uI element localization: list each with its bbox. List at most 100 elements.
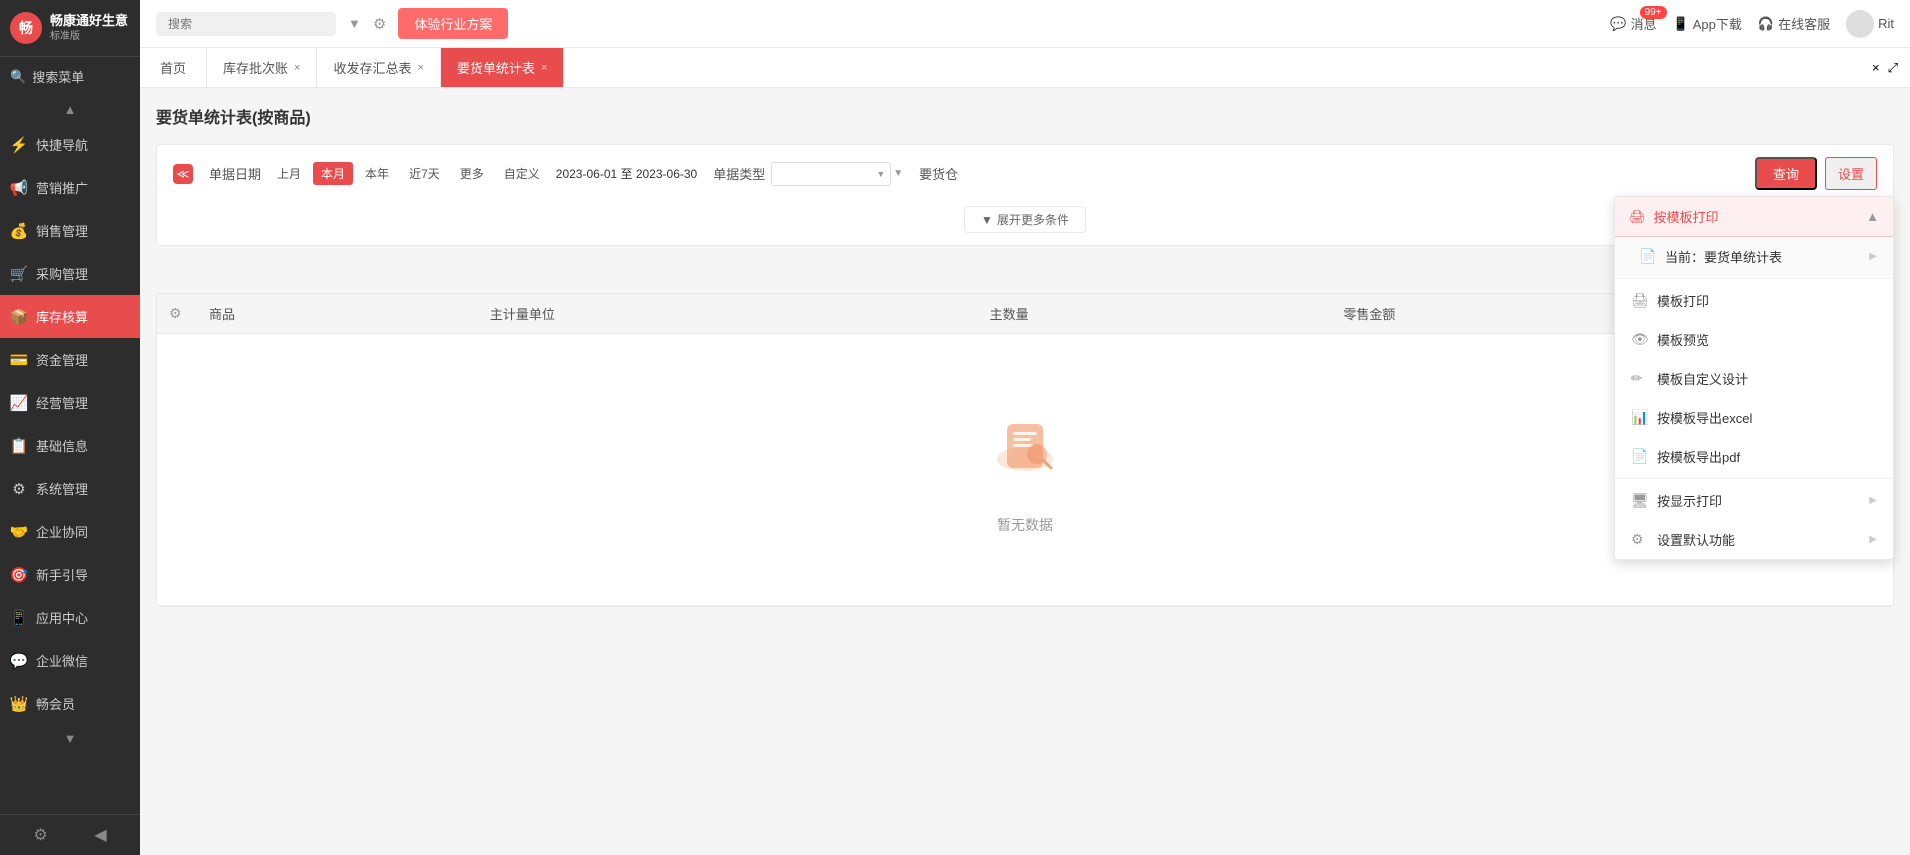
service-icon: 🎧 xyxy=(1758,16,1774,32)
tab-receipt-summary[interactable]: 收发存汇总表 × xyxy=(317,48,440,87)
topbar: ▼ ⚙ 体验行业方案 💬 消息 99+ 📱 App下载 🎧 在线客服 Rit xyxy=(140,0,1910,48)
menu-template-preview[interactable]: 👁 模板预览 xyxy=(1615,320,1893,359)
default-settings-icon: ⚙ xyxy=(1631,531,1647,548)
date-label: 单据日期 xyxy=(209,164,261,183)
print-dropdown-header-icon: 🖨 xyxy=(1629,209,1646,225)
trial-button[interactable]: 体验行业方案 xyxy=(398,8,508,39)
messages-button[interactable]: 💬 消息 99+ xyxy=(1610,14,1656,33)
current-template-expand: ▶ xyxy=(1869,251,1877,262)
warehouse-label: 要货仓 xyxy=(919,164,958,183)
menu-display-print[interactable]: 🖥 按显示打印 ▶ xyxy=(1615,481,1893,520)
app-download-icon: 📱 xyxy=(1673,16,1689,32)
print-dropdown-menu: 🖨 按模板打印 ▲ 📄 当前：要货单统计表 ▶ 🖨 模板打印 xyxy=(1614,196,1894,560)
messages-badge: 99+ xyxy=(1640,6,1667,19)
sidebar-item-basic[interactable]: 📋 基础信息 xyxy=(0,424,140,467)
apps-icon: 📱 xyxy=(10,609,28,627)
sidebar-search[interactable]: 🔍 搜索菜单 xyxy=(0,57,140,96)
sidebar-item-sales[interactable]: 💰 销售管理 xyxy=(0,209,140,252)
col-header-quantity: 主数量 xyxy=(978,294,1332,334)
sidebar-scroll-up[interactable]: ▲ xyxy=(0,96,140,123)
print-current-template[interactable]: 📄 当前：要货单统计表 ▶ xyxy=(1615,237,1893,276)
menu-template-print[interactable]: 🖨 模板打印 xyxy=(1615,281,1893,320)
query-button[interactable]: 查询 xyxy=(1755,157,1817,190)
print-dropdown-title: 🖨 按模板打印 xyxy=(1629,207,1719,226)
empty-text: 暂无数据 xyxy=(997,515,1053,535)
main-area: ▼ ⚙ 体验行业方案 💬 消息 99+ 📱 App下载 🎧 在线客服 Rit xyxy=(140,0,1910,855)
inventory-icon: 📦 xyxy=(10,308,28,326)
tab-home[interactable]: 首页 xyxy=(140,48,207,87)
sidebar-item-apps[interactable]: 📱 应用中心 xyxy=(0,596,140,639)
tab-close-order-stats[interactable]: × xyxy=(541,62,547,74)
date-option-this-year[interactable]: 本年 xyxy=(357,162,397,185)
date-options: 上月 本月 本年 近7天 更多 自定义 xyxy=(269,162,548,185)
col-header-product: 商品 xyxy=(197,294,478,334)
menu-default-settings[interactable]: ⚙ 设置默认功能 ▶ xyxy=(1615,520,1893,559)
app-logo-text: 畅康通好生意 标准版 xyxy=(50,12,128,44)
date-option-custom[interactable]: 自定义 xyxy=(496,162,548,185)
avatar-image xyxy=(1846,10,1874,38)
filter-actions: 查询 设置 xyxy=(1755,157,1877,190)
topbar-dropdown-icon[interactable]: ▼ xyxy=(348,16,361,31)
topbar-search-input[interactable] xyxy=(156,12,336,36)
display-print-expand: ▶ xyxy=(1869,495,1877,506)
tab-order-stats[interactable]: 要货单统计表 × xyxy=(441,48,564,87)
sidebar-item-marketing[interactable]: 📢 营销推广 xyxy=(0,166,140,209)
sidebar-collapse-icon[interactable]: ◀ xyxy=(94,825,106,845)
message-icon: 💬 xyxy=(1610,16,1626,32)
expand-icon: ▼ xyxy=(981,213,993,227)
tab-close-inventory-batch[interactable]: × xyxy=(294,62,300,74)
sidebar-item-operations[interactable]: 📈 经营管理 xyxy=(0,381,140,424)
sidebar-bottom: ⚙ ◀ xyxy=(0,814,140,855)
tab-inventory-batch[interactable]: 库存批次账 × xyxy=(207,48,317,87)
template-pdf-icon: 📄 xyxy=(1631,448,1647,465)
type-select[interactable] xyxy=(771,162,891,186)
filter-collapse-button[interactable]: ≪ xyxy=(173,164,193,184)
date-option-last-7-days[interactable]: 近7天 xyxy=(401,162,448,185)
date-filter: 单据日期 上月 本月 本年 近7天 更多 自定义 2023-06-01 至 20… xyxy=(209,162,697,185)
app-download-button[interactable]: 📱 App下载 xyxy=(1673,14,1742,33)
expand-filter-button[interactable]: ▼ 展开更多条件 xyxy=(964,206,1086,233)
filter-row: ≪ 单据日期 上月 本月 本年 近7天 更多 自定义 2023-06-01 至 … xyxy=(173,157,1877,190)
print-dropdown-header: 🖨 按模板打印 ▲ xyxy=(1615,197,1893,237)
sidebar-item-finance[interactable]: 💳 资金管理 xyxy=(0,338,140,381)
menu-template-excel[interactable]: 📊 按模板导出excel xyxy=(1615,398,1893,437)
date-option-last-month[interactable]: 上月 xyxy=(269,162,309,185)
date-option-more[interactable]: 更多 xyxy=(452,162,492,185)
sidebar-item-guide[interactable]: 🎯 新手引导 xyxy=(0,553,140,596)
sidebar-item-enterprise[interactable]: 🤝 企业协同 xyxy=(0,510,140,553)
date-option-this-month[interactable]: 本月 xyxy=(313,162,353,185)
sidebar-item-purchase[interactable]: 🛒 采购管理 xyxy=(0,252,140,295)
type-select-dropdown-icon: ▼ xyxy=(893,168,903,179)
sidebar-item-member[interactable]: 👑 畅会员 xyxy=(0,682,140,725)
online-service-button[interactable]: 🎧 在线客服 xyxy=(1758,14,1830,33)
sidebar-item-system[interactable]: ⚙ 系统管理 xyxy=(0,467,140,510)
tabs-bar: 首页 库存批次账 × 收发存汇总表 × 要货单统计表 × × ⤢ xyxy=(140,48,1910,88)
tab-close-receipt-summary[interactable]: × xyxy=(417,62,423,74)
system-icon: ⚙ xyxy=(10,480,28,498)
settings-button[interactable]: 设置 xyxy=(1825,157,1877,190)
sidebar-settings-icon[interactable]: ⚙ xyxy=(33,825,47,845)
sidebar-item-quick-nav[interactable]: ⚡ 快捷导航 xyxy=(0,123,140,166)
user-avatar[interactable]: Rit xyxy=(1846,10,1894,38)
table-column-settings-icon[interactable]: ⚙ xyxy=(169,305,182,321)
menu-template-design[interactable]: ✏ 模板自定义设计 xyxy=(1615,359,1893,398)
sales-icon: 💰 xyxy=(10,222,28,240)
sidebar-item-inventory[interactable]: 📦 库存核算 xyxy=(0,295,140,338)
default-settings-expand: ▶ xyxy=(1869,534,1877,545)
sidebar-scroll-down[interactable]: ▼ xyxy=(0,725,140,752)
sidebar-logo: 畅 畅康通好生意 标准版 xyxy=(0,0,140,57)
topbar-settings-icon[interactable]: ⚙ xyxy=(373,15,386,33)
menu-template-pdf[interactable]: 📄 按模板导出pdf xyxy=(1615,437,1893,476)
warehouse-filter: 要货仓 xyxy=(919,164,958,183)
empty-icon xyxy=(985,404,1065,503)
window-close-icon[interactable]: × xyxy=(1872,60,1880,75)
print-dropdown-expand-icon[interactable]: ▲ xyxy=(1866,209,1879,224)
sidebar-item-wechat[interactable]: 💬 企业微信 xyxy=(0,639,140,682)
template-preview-icon: 👁 xyxy=(1631,331,1647,348)
window-maximize-icon[interactable]: ⤢ xyxy=(1888,60,1898,76)
member-icon: 👑 xyxy=(10,695,28,713)
type-select-wrapper xyxy=(771,162,891,186)
sidebar-nav: ▲ ⚡ 快捷导航 📢 营销推广 💰 销售管理 🛒 采购管理 📦 库存核算 💳 资… xyxy=(0,96,140,814)
template-print-icon: 🖨 xyxy=(1631,292,1647,309)
guide-icon: 🎯 xyxy=(10,566,28,584)
